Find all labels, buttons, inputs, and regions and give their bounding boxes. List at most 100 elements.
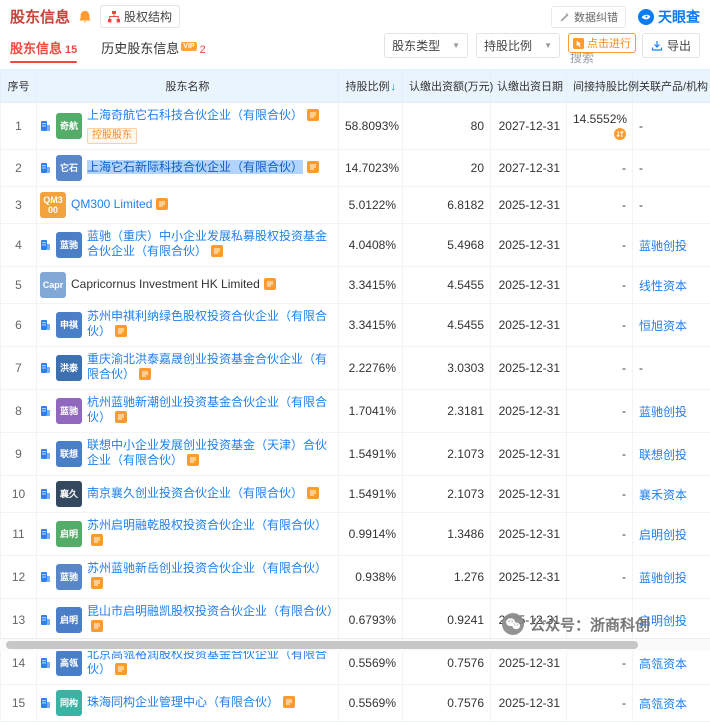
horizontal-scrollbar[interactable] — [0, 638, 710, 651]
company-name-link[interactable]: Capricornus Investment HK Limited — [71, 277, 260, 291]
related-org-link[interactable]: 线性资本 — [639, 279, 687, 293]
company-building-icon[interactable] — [40, 362, 51, 374]
report-icon[interactable] — [91, 620, 103, 636]
scrollbar-thumb[interactable] — [6, 641, 638, 649]
monitor-bell-icon[interactable] — [78, 10, 92, 24]
company-logo[interactable]: 奇航 — [56, 113, 82, 139]
report-icon[interactable] — [211, 245, 223, 261]
company-building-icon[interactable] — [40, 405, 51, 417]
related-org-link[interactable]: 高瓴资本 — [639, 697, 687, 711]
company-name-link[interactable]: 珠海同构企业管理中心（有限合伙） — [87, 695, 279, 709]
company-logo[interactable]: 蓝驰 — [56, 564, 82, 590]
company-building-icon[interactable] — [40, 162, 51, 174]
report-icon[interactable] — [115, 325, 127, 341]
related-org-link[interactable]: 蓝驰创投 — [639, 405, 687, 419]
shareholder-name-cell: 启明 昆山市启明融凯股权投资合伙企业（有限合伙） — [37, 599, 339, 642]
company-logo[interactable]: 高瓴 — [56, 650, 82, 676]
related-org-link[interactable]: 蓝驰创投 — [639, 239, 687, 253]
related-org-link[interactable]: 高瓴资本 — [639, 657, 687, 671]
related-org-cell: 线性资本 — [633, 267, 710, 304]
company-name-link[interactable]: 蓝驰（重庆）中小企业发展私募股权投资基金合伙企业（有限合伙） — [87, 229, 327, 258]
ratio-cell: 1.7041% — [339, 390, 403, 433]
report-icon[interactable] — [156, 198, 168, 214]
company-logo[interactable]: 洪泰 — [56, 355, 82, 381]
company-building-icon[interactable] — [40, 488, 51, 500]
related-org-link[interactable]: 蓝驰创投 — [639, 571, 687, 585]
company-building-icon[interactable] — [40, 697, 51, 709]
report-icon[interactable] — [115, 663, 127, 679]
company-building-icon[interactable] — [40, 571, 51, 583]
report-icon[interactable] — [91, 577, 103, 593]
company-name-link[interactable]: 南京襄久创业投资合伙企业（有限合伙） — [87, 486, 303, 500]
company-logo[interactable]: 启明 — [56, 521, 82, 547]
table-row: 7 洪泰 重庆渝北洪泰嘉晟创业投资基金合伙企业（有限合伙） 2.2276% 3.… — [1, 347, 710, 390]
company-building-icon[interactable] — [40, 120, 51, 132]
related-org-cell: 蓝驰创投 — [633, 390, 710, 433]
company-logo[interactable]: 同构 — [56, 690, 82, 716]
tianyancha-logo[interactable]: 天眼查 — [638, 7, 700, 27]
related-org-link[interactable]: 恒旭资本 — [639, 319, 687, 333]
company-logo[interactable]: 申祺 — [56, 312, 82, 338]
company-name-link[interactable]: 苏州蓝驰新岳创业投资合伙企业（有限合伙） — [87, 561, 327, 575]
ratio-filter[interactable]: 持股比例▼ — [476, 33, 560, 58]
row-index: 11 — [1, 513, 37, 556]
company-name-block: 上海奇航它石科技合伙企业（有限合伙） 控股股东 — [87, 108, 334, 144]
report-icon[interactable] — [307, 487, 319, 503]
company-logo[interactable]: 它石 — [56, 155, 82, 181]
tab-bar: 股东信息15 历史股东信息VIP2 股东类型▼ 持股比例▼ 点击进行 — [0, 30, 710, 67]
company-name-link[interactable]: 苏州启明融乾股权投资合伙企业（有限合伙） — [87, 518, 327, 532]
col-related: 关联产品/机构 — [633, 70, 710, 103]
company-building-icon[interactable] — [40, 614, 51, 626]
company-logo[interactable]: 启明 — [56, 607, 82, 633]
related-org-link[interactable]: 联想创投 — [639, 448, 687, 462]
company-logo[interactable]: 联想 — [56, 441, 82, 467]
shareholder-name-cell: 联想 联想中小企业发展创业投资基金（天津）合伙企业（有限合伙） — [37, 433, 339, 476]
company-logo[interactable]: 襄久 — [56, 481, 82, 507]
related-org-link[interactable]: 启明创投 — [639, 528, 687, 542]
company-logo[interactable]: Capr — [40, 272, 66, 298]
company-name-link[interactable]: 昆山市启明融凯股权投资合伙企业（有限合伙） — [87, 604, 339, 618]
company-name-link[interactable]: QM300 Limited — [71, 197, 152, 211]
related-org-cell: 联想创投 — [633, 433, 710, 476]
export-button[interactable]: 导出 — [642, 33, 700, 58]
shareholder-name-cell: 同构 珠海同构企业管理中心（有限合伙） — [37, 685, 339, 722]
shareholder-type-filter[interactable]: 股东类型▼ — [384, 33, 468, 58]
report-icon[interactable] — [264, 278, 276, 294]
indirect-ratio-cell: - — [567, 433, 633, 476]
report-icon[interactable] — [115, 411, 127, 427]
company-logo[interactable]: QM300 — [40, 192, 66, 218]
tab-history-shareholder-info[interactable]: 历史股东信息VIP2 — [101, 38, 205, 66]
company-logo[interactable]: 蓝驰 — [56, 398, 82, 424]
report-icon[interactable] — [307, 109, 319, 125]
shareholder-name-cell: 奇航 上海奇航它石科技合伙企业（有限合伙） 控股股东 — [37, 103, 339, 150]
company-name-link[interactable]: 联想中小企业发展创业投资基金（天津）合伙企业（有限合伙） — [87, 438, 327, 467]
company-building-icon[interactable] — [40, 319, 51, 331]
company-building-icon[interactable] — [40, 239, 51, 251]
company-name-link[interactable]: 重庆渝北洪泰嘉晟创业投资基金合伙企业（有限合伙） — [87, 352, 327, 381]
company-name-link[interactable]: 上海奇航它石科技合伙企业（有限合伙） — [87, 108, 303, 122]
col-ratio[interactable]: 持股比例↓ — [339, 70, 403, 103]
date-cell: 2025-12-31 — [491, 304, 567, 347]
report-icon[interactable] — [307, 161, 319, 177]
company-name-block: 联想中小企业发展创业投资基金（天津）合伙企业（有限合伙） — [87, 438, 334, 470]
equity-penetration-icon[interactable] — [614, 128, 626, 140]
report-icon[interactable] — [187, 454, 199, 470]
date-cell: 2025-12-31 — [491, 187, 567, 224]
company-logo[interactable]: 蓝驰 — [56, 232, 82, 258]
company-name-link[interactable]: 上海它石新际科技合伙企业（有限合伙） — [87, 160, 303, 174]
related-org-link[interactable]: 襄禾资本 — [639, 488, 687, 502]
amount-cell: 1.276 — [403, 556, 491, 599]
report-icon[interactable] — [139, 368, 151, 384]
sort-desc-icon[interactable]: ↓ — [391, 81, 397, 93]
table-row: 5 Capr Capricornus Investment HK Limited… — [1, 267, 710, 304]
report-icon[interactable] — [91, 534, 103, 550]
equity-structure-button[interactable]: 股权结构 — [100, 5, 180, 28]
company-building-icon[interactable] — [40, 657, 51, 669]
amount-cell: 2.1073 — [403, 433, 491, 476]
tab-shareholder-info[interactable]: 股东信息15 — [10, 38, 77, 66]
shareholder-name-cell: 它石 上海它石新际科技合伙企业（有限合伙） — [37, 150, 339, 187]
company-building-icon[interactable] — [40, 528, 51, 540]
report-icon[interactable] — [283, 696, 295, 712]
data-correction-button[interactable]: 数据纠错 — [551, 6, 626, 28]
company-building-icon[interactable] — [40, 448, 51, 460]
